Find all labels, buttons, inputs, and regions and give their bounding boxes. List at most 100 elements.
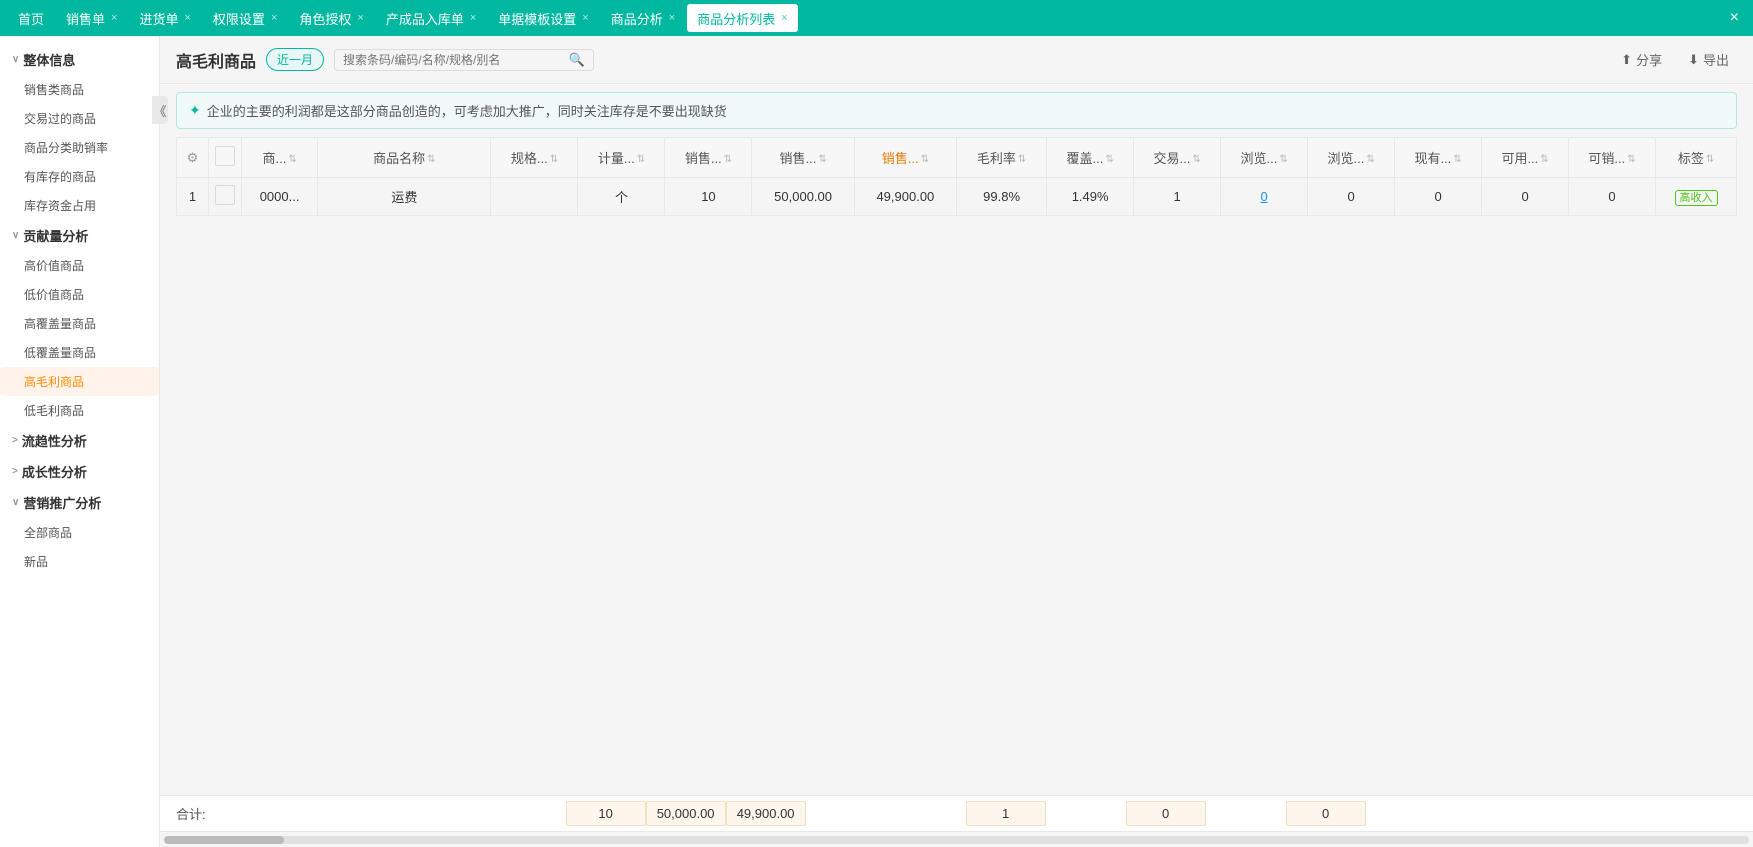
scroll-thumb[interactable] (164, 836, 284, 844)
footer-sales-qty: 10 (566, 801, 646, 826)
sidebar-item-新品[interactable]: 新品 (0, 547, 159, 576)
chevron-icon: ∨ (12, 54, 19, 65)
sales-qty-column-header[interactable]: 销售...⇅ (665, 138, 752, 178)
search-icon[interactable]: 🔍 (569, 52, 585, 68)
sidebar-item-高毛利商品[interactable]: 高毛利商品 (0, 367, 159, 396)
sidebar-item-交易过的商品[interactable]: 交易过的商品 (0, 104, 159, 133)
row-name: 运费 (318, 178, 491, 216)
row-code: 0000... (242, 178, 318, 216)
sidebar-group-贡献量分析[interactable]: ∨贡献量分析 (0, 220, 159, 251)
row-sales-qty: 10 (665, 178, 752, 216)
sidebar-item-低覆盖量商品[interactable]: 低覆盖量商品 (0, 338, 159, 367)
sidebar-item-高覆盖量商品[interactable]: 高覆盖量商品 (0, 309, 159, 338)
sidebar-item-低价值商品[interactable]: 低价值商品 (0, 280, 159, 309)
nav-close-商品分析列表[interactable]: × (781, 12, 787, 24)
sidebar-item-库存资金占用[interactable]: 库存资金占用 (0, 191, 159, 220)
top-navigation: 首页销售单×进货单×权限设置×角色授权×产成品入库单×单据模板设置×商品分析×商… (0, 0, 1753, 36)
row-available: 0 (1482, 178, 1569, 216)
info-icon: ✦ (189, 102, 201, 119)
chevron-icon: > (12, 466, 18, 477)
footer-browse2: 0 (1126, 801, 1206, 826)
nav-close-权限设置[interactable]: × (271, 12, 277, 24)
gross-margin-column-header[interactable]: 毛利率⇅ (957, 138, 1047, 178)
sidebar-item-低毛利商品[interactable]: 低毛利商品 (0, 396, 159, 425)
sidebar-group-成长性分析[interactable]: >成长性分析 (0, 456, 159, 487)
nav-item-产成品入库单[interactable]: 产成品入库单× (376, 4, 486, 32)
nav-item-销售单[interactable]: 销售单× (56, 4, 127, 32)
search-input[interactable] (343, 53, 565, 67)
horizontal-scrollbar[interactable] (160, 831, 1753, 847)
export-button[interactable]: ⬇ 导出 (1680, 46, 1737, 73)
browse2-column-header[interactable]: 浏览...⇅ (1308, 138, 1395, 178)
sidebar-item-全部商品[interactable]: 全部商品 (0, 518, 159, 547)
sidebar-item-商品分类助销率[interactable]: 商品分类助销率 (0, 133, 159, 162)
nav-item-角色授权[interactable]: 角色授权× (289, 4, 373, 32)
nav-item-单据模板设置[interactable]: 单据模板设置× (488, 4, 598, 32)
share-button[interactable]: ⬆ 分享 (1613, 46, 1670, 73)
code-column-header[interactable]: 商...⇅ (242, 138, 318, 178)
settings-column-header[interactable]: ⚙ (177, 138, 209, 178)
nav-item-进货单[interactable]: 进货单× (129, 4, 200, 32)
available-column-header[interactable]: 可用...⇅ (1482, 138, 1569, 178)
nav-item-商品分析列表[interactable]: 商品分析列表× (687, 4, 797, 32)
row-browse1[interactable]: 0 (1221, 178, 1308, 216)
row-unit: 个 (578, 178, 665, 216)
filter-recent-month[interactable]: 近一月 (266, 48, 324, 71)
info-banner: ✦ 企业的主要的利润都是这部分商品创造的，可考虑加大推广，同时关注库存是不要出现… (176, 92, 1737, 129)
sidebar-group-营销推广分析[interactable]: ∨营销推广分析 (0, 487, 159, 518)
scroll-track[interactable] (164, 836, 1749, 844)
search-box[interactable]: 🔍 (334, 49, 594, 71)
trade-column-header[interactable]: 交易...⇅ (1134, 138, 1221, 178)
saleable-column-header[interactable]: 可销...⇅ (1569, 138, 1656, 178)
sales-amount-column-header[interactable]: 销售...⇅ (752, 138, 854, 178)
row-browse2: 0 (1308, 178, 1395, 216)
chevron-icon: > (12, 435, 18, 446)
tag-column-header[interactable]: 标签⇅ (1656, 138, 1737, 178)
sales-cost-column-header[interactable]: 销售...⇅ (854, 138, 956, 178)
sidebar: ∨ 整体信息销售类商品交易过的商品商品分类助销率有库存的商品库存资金占用∨贡献量分… (0, 36, 160, 847)
nav-close-角色授权[interactable]: × (357, 12, 363, 24)
checkbox-column-header[interactable] (209, 138, 242, 178)
info-text: 企业的主要的利润都是这部分商品创造的，可考虑加大推广，同时关注库存是不要出现缺货 (207, 101, 727, 120)
sidebar-item-销售类商品[interactable]: 销售类商品 (0, 75, 159, 104)
sidebar-group-整体信息[interactable]: ∨ 整体信息 (0, 44, 159, 75)
spec-column-header[interactable]: 规格...⇅ (491, 138, 578, 178)
row-gross-margin: 99.8% (957, 178, 1047, 216)
nav-close-产成品入库单[interactable]: × (470, 12, 476, 24)
footer-total-label: 合计: (176, 804, 206, 823)
page-title: 高毛利商品 (176, 48, 256, 72)
share-icon: ⬆ (1621, 52, 1632, 68)
nav-item-权限设置[interactable]: 权限设置× (203, 4, 287, 32)
nav-close-销售单[interactable]: × (111, 12, 117, 24)
sidebar-group-流趋性分析[interactable]: > 流趋性分析 (0, 425, 159, 456)
nav-item-首页[interactable]: 首页 (8, 4, 54, 32)
row-tag: 高收入 (1675, 190, 1718, 206)
row-saleable: 0 (1569, 178, 1656, 216)
row-checkbox[interactable] (215, 185, 235, 205)
footer-trade: 1 (966, 801, 1046, 826)
nav-item-商品分析[interactable]: 商品分析× (601, 4, 685, 32)
row-spec (491, 178, 578, 216)
browse1-column-header[interactable]: 浏览...⇅ (1221, 138, 1308, 178)
unit-column-header[interactable]: 计量...⇅ (578, 138, 665, 178)
coverage-column-header[interactable]: 覆盖...⇅ (1047, 138, 1134, 178)
export-label: 导出 (1703, 50, 1729, 69)
sidebar-item-有库存的商品[interactable]: 有库存的商品 (0, 162, 159, 191)
row-number: 1 (177, 178, 209, 216)
sidebar-item-高价值商品[interactable]: 高价值商品 (0, 251, 159, 280)
row-checkbox-cell[interactable] (209, 178, 242, 216)
row-sales-amount: 50,000.00 (752, 178, 854, 216)
nav-close-进货单[interactable]: × (184, 12, 190, 24)
export-icon: ⬇ (1688, 52, 1699, 68)
chevron-icon: ∨ (12, 230, 19, 241)
sidebar-collapse-button[interactable]: 《 (152, 96, 168, 124)
sidebar-group-label: 流趋性分析 (22, 431, 87, 450)
sidebar-group-label: 整体信息 (23, 50, 75, 69)
nav-close-商品分析[interactable]: × (669, 12, 675, 24)
nav-close-单据模板设置[interactable]: × (582, 12, 588, 24)
app-close-button[interactable]: × (1724, 9, 1745, 27)
current-column-header[interactable]: 现有...⇅ (1395, 138, 1482, 178)
row-coverage: 1.49% (1047, 178, 1134, 216)
content-header: 高毛利商品 近一月 🔍 ⬆ 分享 ⬇ 导出 (160, 36, 1753, 84)
name-column-header[interactable]: 商品名称⇅ (318, 138, 491, 178)
